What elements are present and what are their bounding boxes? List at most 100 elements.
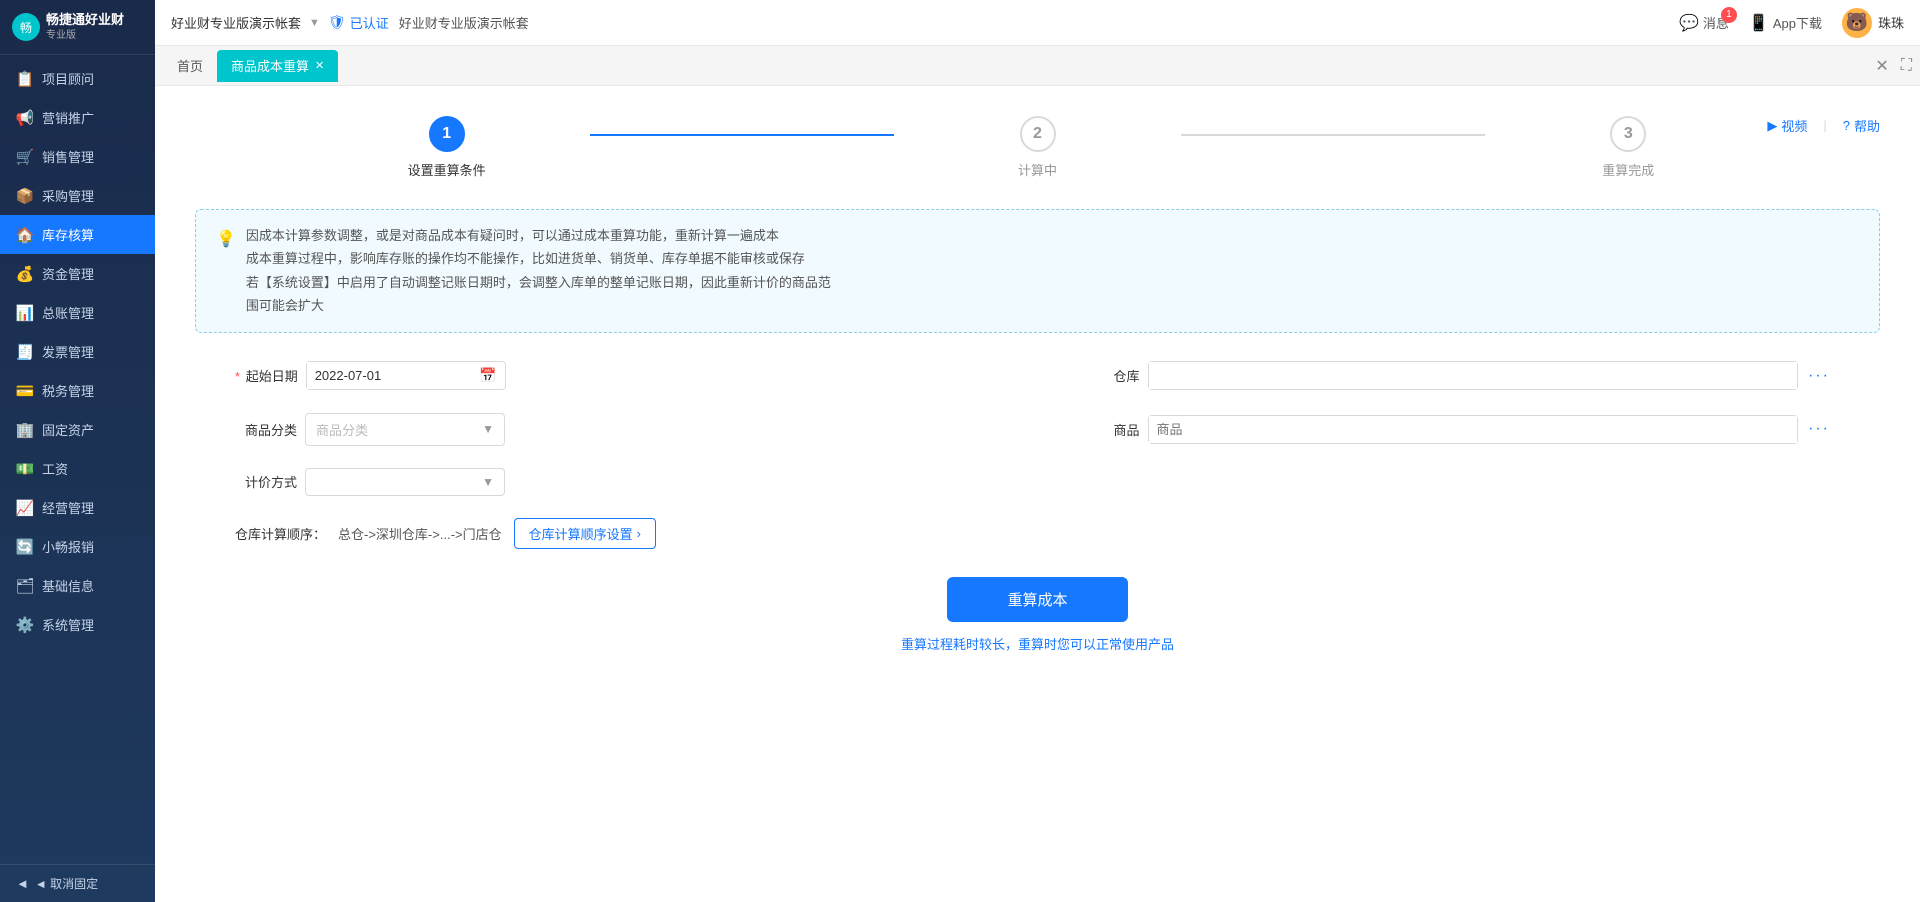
product-text-input[interactable] [1149, 416, 1798, 443]
step-line-1-2 [590, 134, 893, 136]
warehouse-order-label: 仓库计算顺序： [235, 524, 326, 543]
user-menu[interactable]: 🐻 珠珠 [1842, 8, 1904, 38]
price-method-label: 计价方式 [235, 472, 305, 491]
expand-window-icon[interactable]: ⛶ [1901, 57, 1912, 75]
sidebar-item-7[interactable]: 🧾 发票管理 [0, 332, 155, 371]
category-dropdown-icon: ▼ [482, 422, 494, 436]
sidebar-item-9[interactable]: 🏢 固定资产 [0, 410, 155, 449]
unpin-sidebar-button[interactable]: ◄ ◄ 取消固定 [0, 864, 155, 902]
sidebar-item-3[interactable]: 📦 采购管理 [0, 176, 155, 215]
start-date-input[interactable]: 📅 [306, 361, 506, 390]
company-name: 好业财专业版演示帐套 [399, 13, 529, 32]
warehouse-order-value: 总仓->深圳仓库->...->门店仓 [338, 524, 502, 543]
sidebar-item-1[interactable]: 📢 营销推广 [0, 98, 155, 137]
chevron-right-icon: › [637, 526, 641, 541]
start-date-field: * 起始日期 📅 [235, 361, 998, 390]
price-method-field: 计价方式 ▼ [235, 468, 1840, 496]
sidebar-item-6[interactable]: 📊 总账管理 [0, 293, 155, 332]
sidebar-label-3: 采购管理 [42, 186, 94, 205]
category-field: 商品分类 商品分类 ▼ [235, 413, 998, 446]
step-3-label: 重算完成 [1602, 160, 1654, 179]
start-date-text-input[interactable] [307, 362, 472, 389]
user-name: 珠珠 [1878, 13, 1904, 32]
sidebar-icon-12: 🔄 [16, 538, 34, 556]
logo-icon: 畅 [12, 13, 40, 41]
sidebar-label-9: 固定资产 [42, 420, 94, 439]
account-selector[interactable]: 好业财专业版演示帐套 ▼ [171, 13, 320, 32]
info-text: 因成本计算参数调整，或是对商品成本有疑问时，可以通过成本重算功能，重新计算一遍成… [246, 224, 831, 318]
form-row-2: 商品分类 商品分类 ▼ 商品 ··· [235, 413, 1840, 446]
sidebar-icon-6: 📊 [16, 304, 34, 322]
topbar-right: 💬 消息 1 📱 App下载 🐻 珠珠 [1679, 8, 1904, 38]
app-download-button[interactable]: 📱 App下载 [1749, 13, 1822, 33]
page-content: ▶ 视频 | ? 帮助 1 设置重算条件 2 计算中 [155, 86, 1920, 902]
warehouse-text-input[interactable] [1149, 362, 1798, 389]
recalc-note: 重算过程耗时较长，重算时您可以正常使用产品 [235, 634, 1840, 653]
product-input[interactable] [1148, 415, 1799, 444]
price-method-select[interactable]: ▼ [305, 468, 505, 496]
recalculate-button[interactable]: 重算成本 [947, 577, 1127, 622]
sidebar-label-5: 资金管理 [42, 264, 94, 283]
topbar: 好业财专业版演示帐套 ▼ 🛡 已认证 好业财专业版演示帐套 💬 消息 1 📱 A… [155, 0, 1920, 46]
sidebar-item-14[interactable]: ⚙️ 系统管理 [0, 605, 155, 644]
sidebar-item-2[interactable]: 🛒 销售管理 [0, 137, 155, 176]
form-row-1: * 起始日期 📅 仓库 [235, 361, 1840, 391]
tabs-bar: 首页 商品成本重算 ✕ ✕ ⛶ [155, 46, 1920, 86]
sidebar-label-1: 营销推广 [42, 108, 94, 127]
sidebar-item-5[interactable]: 💰 资金管理 [0, 254, 155, 293]
warehouse-more-icon[interactable]: ··· [1798, 361, 1840, 391]
main-area: 好业财专业版演示帐套 ▼ 🛡 已认证 好业财专业版演示帐套 💬 消息 1 📱 A… [155, 0, 1920, 902]
messages-button[interactable]: 💬 消息 1 [1679, 13, 1729, 33]
step-2-circle: 2 [1020, 116, 1056, 152]
shield-icon: 🛡 [328, 14, 346, 31]
sidebar-label-7: 发票管理 [42, 342, 94, 361]
warehouse-order-settings-button[interactable]: 仓库计算顺序设置 › [514, 518, 656, 549]
message-badge: 1 [1721, 7, 1737, 23]
sidebar-label-2: 销售管理 [42, 147, 94, 166]
sidebar-label-12: 小畅报销 [42, 537, 94, 556]
tab-home[interactable]: 首页 [163, 50, 217, 82]
sidebar-item-11[interactable]: 📈 经营管理 [0, 488, 155, 527]
steps-container: 1 设置重算条件 2 计算中 3 重算完成 [195, 116, 1880, 179]
sidebar-icon-0: 📋 [16, 70, 34, 88]
product-more-icon[interactable]: ··· [1798, 414, 1840, 444]
start-date-label: * 起始日期 [235, 366, 306, 385]
sidebar-item-13[interactable]: 🗂 基础信息 [0, 566, 155, 605]
calendar-icon[interactable]: 📅 [471, 367, 504, 384]
tab-cost-recalc[interactable]: 商品成本重算 ✕ [217, 50, 338, 82]
sidebar-item-12[interactable]: 🔄 小畅报销 [0, 527, 155, 566]
sidebar-icon-11: 📈 [16, 499, 34, 517]
sidebar-item-4[interactable]: 🏠 库存核算 [0, 215, 155, 254]
step-3-circle: 3 [1610, 116, 1646, 152]
avatar: 🐻 [1842, 8, 1872, 38]
step-line-2-3 [1181, 134, 1484, 136]
info-box: 💡 因成本计算参数调整，或是对商品成本有疑问时，可以通过成本重算功能，重新计算一… [195, 209, 1880, 333]
sidebar-item-0[interactable]: 📋 项目顾问 [0, 59, 155, 98]
sidebar-nav: 📋 项目顾问 📢 营销推广 🛒 销售管理 📦 采购管理 🏠 库存核算 💰 资金管… [0, 55, 155, 864]
step-1-label: 设置重算条件 [408, 160, 486, 179]
unpin-icon: ◄ [16, 876, 29, 891]
tab-close-icon[interactable]: ✕ [315, 59, 324, 72]
step-1-circle: 1 [429, 116, 465, 152]
logo-text: 畅捷通好业财 专业版 [46, 12, 124, 42]
sidebar-icon-5: 💰 [16, 265, 34, 283]
product-label: 商品 [1078, 420, 1148, 439]
category-select[interactable]: 商品分类 ▼ [305, 413, 505, 446]
sidebar-item-10[interactable]: 💵 工资 [0, 449, 155, 488]
warehouse-input[interactable] [1148, 361, 1799, 390]
close-window-icon[interactable]: ✕ [1875, 56, 1888, 76]
warehouse-label: 仓库 [1078, 366, 1148, 385]
sidebar-icon-13: 🗂 [16, 577, 34, 595]
sidebar-icon-2: 🛒 [16, 148, 34, 166]
sidebar-icon-4: 🏠 [16, 226, 34, 244]
window-controls: ✕ ⛶ [1875, 56, 1912, 76]
sidebar-label-4: 库存核算 [42, 225, 94, 244]
sidebar: 畅 畅捷通好业财 专业版 📋 项目顾问 📢 营销推广 🛒 销售管理 📦 采购管理… [0, 0, 155, 902]
sidebar-icon-9: 🏢 [16, 421, 34, 439]
sidebar-icon-8: 💳 [16, 382, 34, 400]
step-2: 2 计算中 [886, 116, 1189, 179]
form-row-3: 计价方式 ▼ [235, 468, 1840, 496]
sidebar-item-8[interactable]: 💳 税务管理 [0, 371, 155, 410]
product-field: 商品 ··· [1078, 414, 1841, 444]
content-area: 首页 商品成本重算 ✕ ✕ ⛶ ▶ 视频 | ? 帮助 [155, 46, 1920, 902]
